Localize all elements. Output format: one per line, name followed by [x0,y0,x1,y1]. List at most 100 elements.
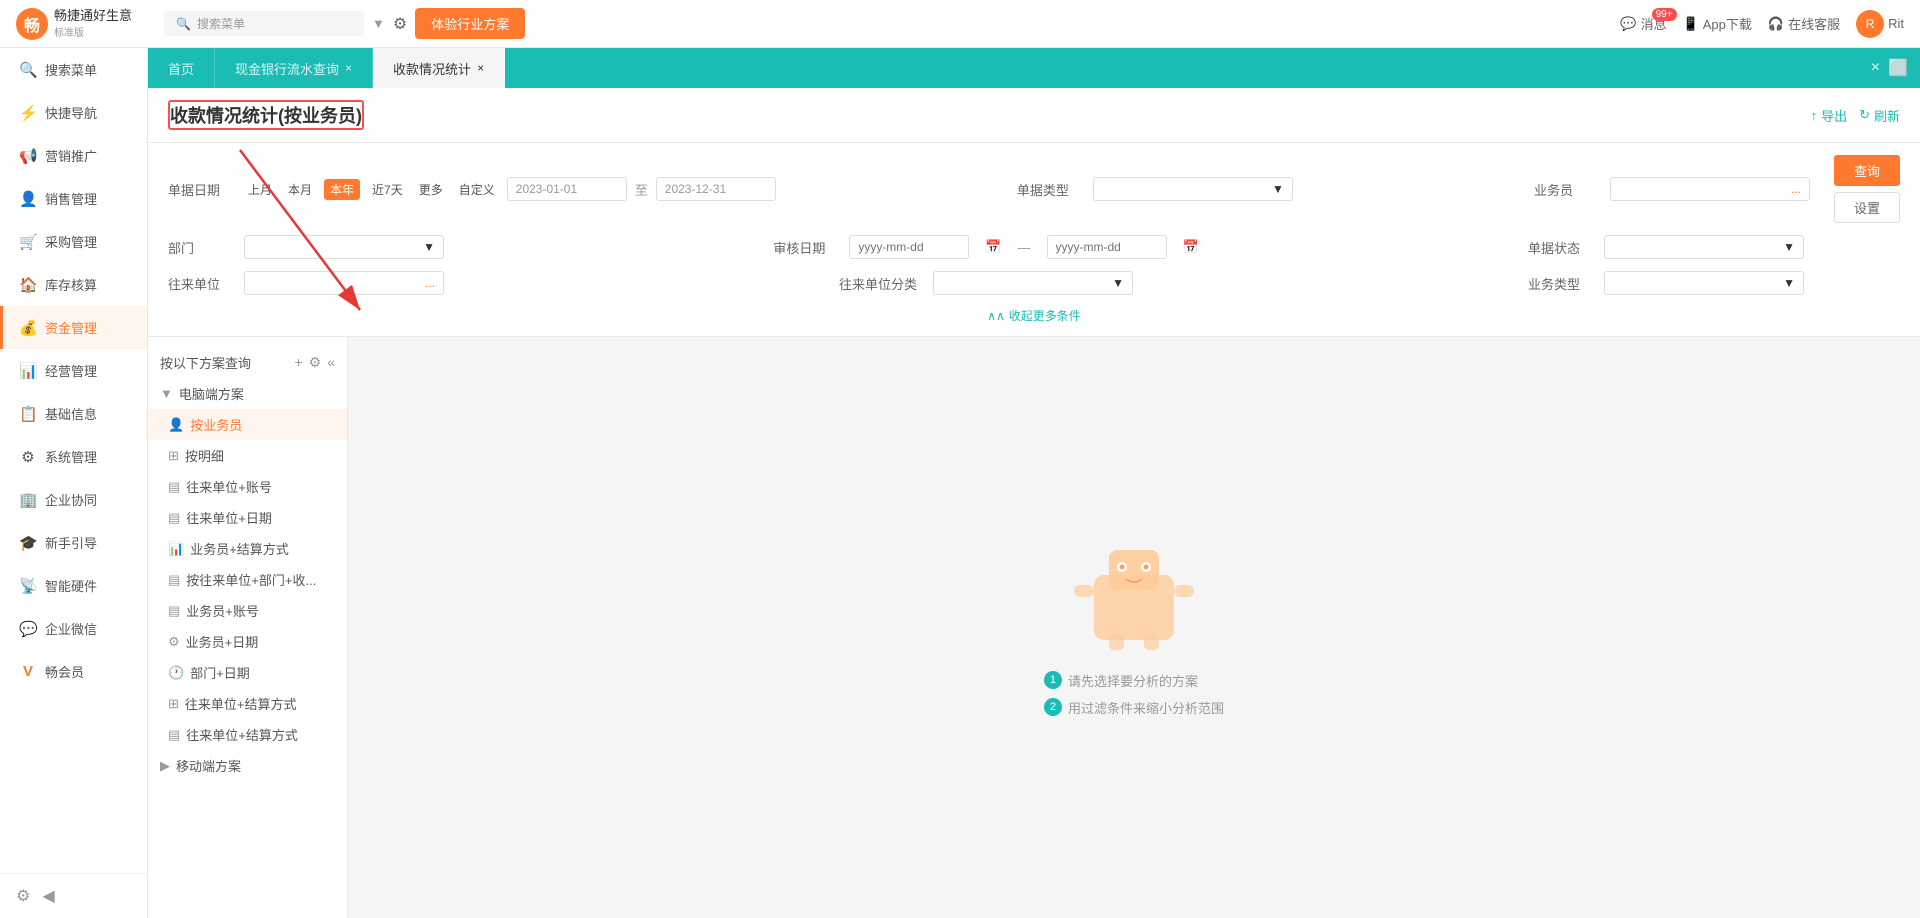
panel-item-counterpart-date[interactable]: ▤ 往来单位+日期 [148,502,347,533]
sidebar-item-guide[interactable]: 🎓 新手引导 [0,521,147,564]
filter-row-counterpart: 往来单位 ... 往来单位分类 ▼ 业务类型 ▼ [168,271,1900,295]
shortcut-last-month[interactable]: 上月 [244,179,276,200]
table-icon: ▤ [168,479,180,495]
panel-item-detail[interactable]: ⊞ 按明细 [148,440,347,471]
business-type-select[interactable]: ▼ [1604,271,1804,295]
panel-add-icon[interactable]: + [294,354,302,371]
doc-status-select[interactable]: ▼ [1604,235,1804,259]
collapse-label: 收起更多条件 [1009,307,1081,324]
sidebar-item-marketing[interactable]: 📢 营销推广 [0,134,147,177]
panel-group-desktop[interactable]: ▼ 电脑端方案 [148,378,347,409]
settings-gear-icon[interactable]: ⚙ [393,14,407,34]
panel-item-label: 业务员+账号 [186,601,259,620]
sidebar-item-operations[interactable]: 📊 经营管理 [0,349,147,392]
tab-bank-flow[interactable]: 现金银行流水查询 × [215,48,373,88]
salesman-select[interactable]: ... [1610,177,1810,201]
sidebar-settings-icon[interactable]: ⚙ [16,886,30,906]
date-to-input[interactable] [656,177,776,201]
chart-icon: 📊 [168,541,184,557]
content-area: 首页 现金银行流水查询 × 收款情况统计 × × ⬜ 收款情况统计(按业务员) [148,48,1920,918]
settings-button[interactable]: 设置 [1834,192,1900,223]
review-date-to[interactable] [1047,235,1167,259]
shortcut-custom[interactable]: 自定义 [455,179,499,200]
doc-type-select[interactable]: ▼ [1093,177,1293,201]
counterpart-label: 往来单位 [168,274,228,293]
date-from-input[interactable] [507,177,627,201]
sidebar-item-finance[interactable]: 💰 资金管理 [0,306,147,349]
refresh-icon: ↻ [1859,107,1870,123]
sidebar-collapse-icon[interactable]: ◀ [42,886,54,906]
panel-item-salesman-date[interactable]: ⚙ 业务员+日期 [148,626,347,657]
sidebar-item-basic-info[interactable]: 📋 基础信息 [0,392,147,435]
query-button[interactable]: 查询 [1834,155,1900,186]
sidebar-item-wechat[interactable]: 💬 企业微信 [0,607,147,650]
tab-close-window[interactable]: × [1871,59,1880,77]
user-name: Rit [1888,16,1904,31]
panel-item-salesman-settlement[interactable]: 📊 业务员+结算方式 [148,533,347,564]
sidebar-item-enterprise[interactable]: 🏢 企业协同 [0,478,147,521]
tab-collection-stats-close[interactable]: × [477,61,484,75]
collapse-icon: ∧∧ [987,309,1005,323]
tab-bank-flow-label: 现金银行流水查询 [235,59,339,78]
doc-status-dropdown-icon: ▼ [1783,240,1795,254]
search-placeholder: 搜索菜单 [197,15,245,32]
tab-home[interactable]: 首页 [148,48,215,88]
sidebar-item-inventory[interactable]: 🏠 库存核算 [0,263,147,306]
review-date-from[interactable] [849,235,969,259]
tab-collection-stats[interactable]: 收款情况统计 × [373,48,505,88]
shortcut-this-month[interactable]: 本月 [284,179,316,200]
sidebar-item-label: 资金管理 [45,318,97,337]
panel-item-counterpart-account[interactable]: ▤ 往来单位+账号 [148,471,347,502]
purchase-icon: 🛒 [19,233,37,251]
content-body: 1 请先选择要分析的方案 2 用过滤条件来缩小分析范围 [348,337,1920,918]
panel-group-mobile-label: 移动端方案 [176,756,241,775]
messages-item[interactable]: 💬 消息 99+ [1620,14,1666,33]
panel-settings-icon[interactable]: ⚙ [309,354,322,371]
panel-item-by-salesman[interactable]: 👤 按业务员 [148,409,347,440]
collapse-more-btn[interactable]: ∧∧ 收起更多条件 [168,307,1900,324]
sidebar-item-system[interactable]: ⚙ 系统管理 [0,435,147,478]
panel-group-mobile[interactable]: ▶ 移动端方案 [148,750,347,781]
trial-button[interactable]: 体验行业方案 [415,8,525,39]
tip-text-2: 用过滤条件来缩小分析范围 [1068,698,1224,717]
nav-dropdown-arrow[interactable]: ▼ [372,16,385,31]
sidebar-item-purchase[interactable]: 🛒 采购管理 [0,220,147,263]
sidebar-bottom: ⚙ ◀ [0,873,147,918]
panel-collapse-icon[interactable]: « [327,354,335,371]
tab-bank-flow-close[interactable]: × [345,61,352,75]
sidebar-item-quick-nav[interactable]: ⚡ 快捷导航 [0,91,147,134]
sidebar-item-label: 营销推广 [45,146,97,165]
export-button[interactable]: ↑ 导出 [1811,106,1848,125]
sidebar-item-member[interactable]: V 畅会员 [0,650,147,693]
filter-row-date: 单据日期 上月 本月 本年 近7天 更多 自定义 至 单据类型 [168,155,1900,223]
panel-item-salesman-account[interactable]: ▤ 业务员+账号 [148,595,347,626]
page-title-box: 收款情况统计(按业务员) [168,100,364,130]
review-date-label: 审核日期 [773,238,833,257]
app-download-item[interactable]: 📱 App下载 [1683,14,1752,33]
search-bar[interactable]: 🔍 搜索菜单 [164,11,364,36]
sidebar-item-sales[interactable]: 👤 销售管理 [0,177,147,220]
sidebar-item-search-menu[interactable]: 🔍 搜索菜单 [0,48,147,91]
counterpart-type-select[interactable]: ▼ [933,271,1133,295]
date-separator: — [1018,240,1031,255]
user-avatar[interactable]: R Rit [1856,10,1904,38]
shortcut-7days[interactable]: 近7天 [368,179,407,200]
calendar-icon-from[interactable]: 📅 [985,239,1001,255]
shortcut-more[interactable]: 更多 [415,179,447,200]
counterpart-select[interactable]: ... [244,271,444,295]
shortcut-this-year[interactable]: 本年 [324,179,360,200]
online-service-item[interactable]: 🎧 在线客服 [1768,14,1840,33]
tab-home-label: 首页 [168,59,194,78]
service-icon: 🎧 [1768,16,1784,32]
panel-item-counterpart-dept[interactable]: ▤ 按往来单位+部门+收... [148,564,347,595]
refresh-button[interactable]: ↻ 刷新 [1859,106,1900,125]
tab-maximize[interactable]: ⬜ [1888,58,1908,78]
panel-item-counterpart-settle2[interactable]: ▤ 往来单位+结算方式 [148,719,347,750]
sidebar-item-label: 基础信息 [45,404,97,423]
sidebar-item-smart-hw[interactable]: 📡 智能硬件 [0,564,147,607]
calendar-icon-to[interactable]: 📅 [1183,239,1199,255]
dept-select[interactable]: ▼ [244,235,444,259]
panel-item-counterpart-settle1[interactable]: ⊞ 往来单位+结算方式 [148,688,347,719]
panel-item-dept-date[interactable]: 🕐 部门+日期 [148,657,347,688]
empty-state: 1 请先选择要分析的方案 2 用过滤条件来缩小分析范围 [1044,535,1224,721]
